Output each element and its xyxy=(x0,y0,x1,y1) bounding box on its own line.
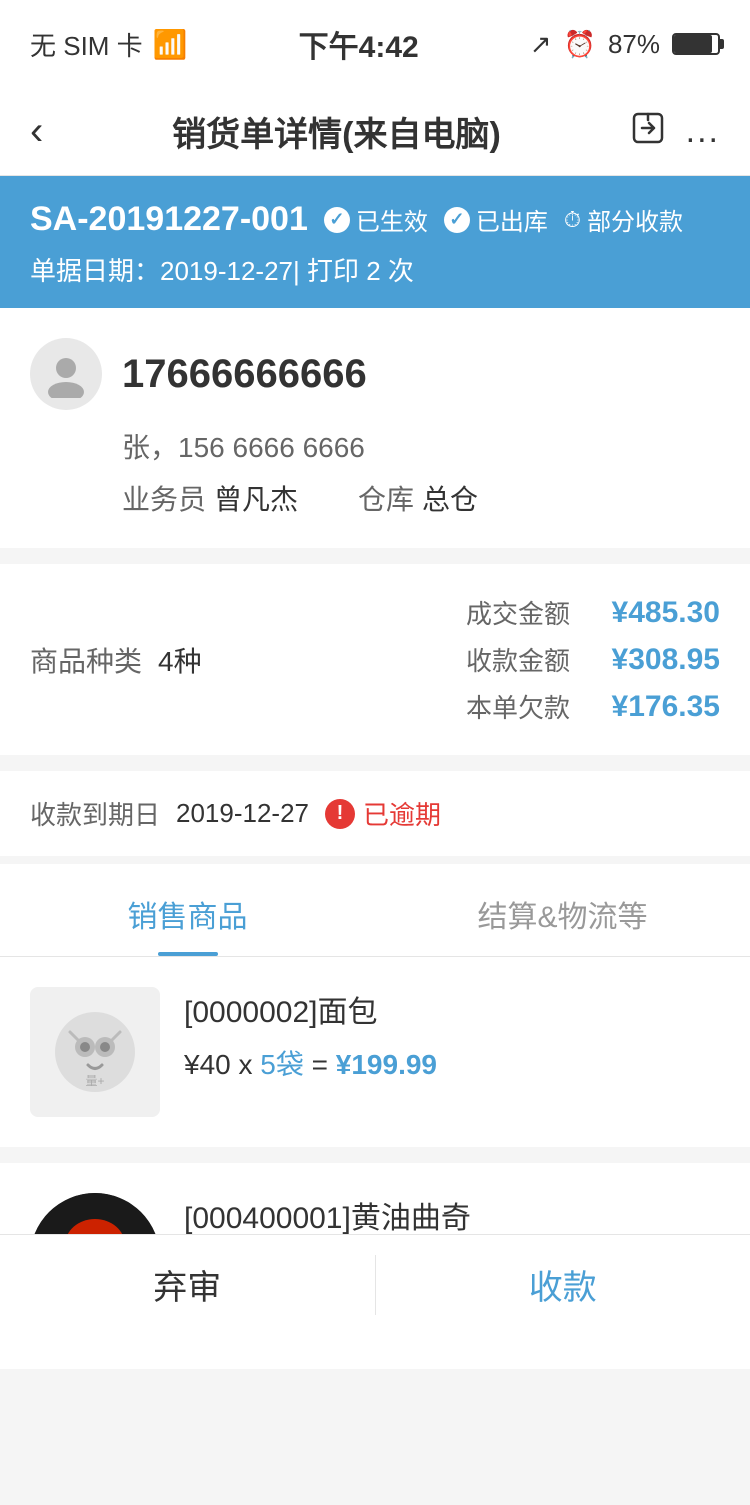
status-right: ↗ ⏰ 87% xyxy=(530,29,720,60)
customer-section: 17666666666 张，156 6666 6666 业务员 曾凡杰 仓库 总… xyxy=(0,308,750,548)
customer-name: 张，156 6666 6666 xyxy=(30,426,720,466)
badge-shipped: ✓ 已出库 xyxy=(444,202,548,237)
product-thumb-1: 量+ xyxy=(30,987,160,1117)
battery-indicator xyxy=(672,33,720,55)
salesperson-item: 业务员 曾凡杰 xyxy=(122,478,298,518)
due-date-section: 收款到期日 2019-12-27 ! 已逾期 xyxy=(0,771,750,856)
summary-section: 商品种类 4种 成交金额 ¥485.30 收款金额 ¥308.95 本单欠款 ¥… xyxy=(0,564,750,755)
tabs-row: 销售商品 结算&物流等 xyxy=(0,864,750,956)
bottom-bar: 弃审 收款 xyxy=(0,1234,750,1334)
tabs-section: 销售商品 结算&物流等 xyxy=(0,864,750,957)
share-icon[interactable] xyxy=(630,110,666,154)
alarm-icon: ⏰ xyxy=(564,29,596,60)
product-item: 量+ [0000002]面包 ¥40 x 5袋 = ¥199.99 xyxy=(0,957,750,1147)
product-price-1: ¥40 x 5袋 = ¥199.99 xyxy=(184,1043,720,1083)
tab-products[interactable]: 销售商品 xyxy=(0,864,375,956)
product-name-2: [000400001]黄油曲奇 xyxy=(184,1193,720,1237)
check-icon-2: ✓ xyxy=(444,207,470,233)
badge-active: ✓ 已生效 xyxy=(324,202,428,237)
product-type-info: 商品种类 4种 xyxy=(30,594,202,725)
avatar xyxy=(30,338,102,410)
battery-percent: 87% xyxy=(608,29,660,60)
deal-amount-row: 成交金额 ¥485.30 xyxy=(466,594,720,631)
status-left: 无 SIM 卡 📶 xyxy=(30,26,188,63)
carrier-label: 无 SIM 卡 xyxy=(30,26,143,63)
banner-date: 单据日期：2019-12-27| 打印 2 次 xyxy=(30,251,720,288)
customer-phone: 17666666666 xyxy=(122,352,367,397)
amount-info: 成交金额 ¥485.30 收款金额 ¥308.95 本单欠款 ¥176.35 xyxy=(466,594,720,725)
overdue-badge: ! 已逾期 xyxy=(325,795,441,832)
status-time: 下午4:42 xyxy=(299,22,419,66)
product-name-1: [0000002]面包 xyxy=(184,987,720,1031)
nav-bar: ‹ 销货单详情(来自电脑) ... xyxy=(0,88,750,176)
confirm-button[interactable]: 收款 xyxy=(376,1235,750,1334)
overdue-icon: ! xyxy=(325,799,355,829)
badge-partial: ⏱ 部分收款 xyxy=(564,202,683,237)
page-title: 销货单详情(来自电脑) xyxy=(172,107,501,156)
cancel-button[interactable]: 弃审 xyxy=(0,1235,375,1334)
location-icon: ↗ xyxy=(530,29,552,60)
more-icon[interactable]: ... xyxy=(686,112,720,151)
product-info-1: [0000002]面包 ¥40 x 5袋 = ¥199.99 xyxy=(184,987,720,1083)
customer-meta: 业务员 曾凡杰 仓库 总仓 xyxy=(30,478,720,518)
back-button[interactable]: ‹ xyxy=(30,109,43,154)
check-icon-1: ✓ xyxy=(324,207,350,233)
deal-amount: ¥485.30 xyxy=(590,596,720,630)
customer-row: 17666666666 xyxy=(30,338,720,410)
order-id: SA-20191227-001 xyxy=(30,200,308,239)
clock-icon: ⏱ xyxy=(564,207,581,233)
tab-settlement[interactable]: 结算&物流等 xyxy=(375,864,750,956)
svg-text:量+: 量+ xyxy=(85,1074,104,1088)
received-amount-row: 收款金额 ¥308.95 xyxy=(466,641,720,678)
nav-actions: ... xyxy=(630,110,720,154)
status-bar: 无 SIM 卡 📶 下午4:42 ↗ ⏰ 87% xyxy=(0,0,750,88)
received-amount: ¥308.95 xyxy=(590,643,720,677)
warehouse-item: 仓库 总仓 xyxy=(358,478,478,518)
order-banner: SA-20191227-001 ✓ 已生效 ✓ 已出库 ⏱ 部分收款 单据日期：… xyxy=(0,176,750,308)
order-id-row: SA-20191227-001 ✓ 已生效 ✓ 已出库 ⏱ 部分收款 xyxy=(30,200,720,239)
owed-amount-row: 本单欠款 ¥176.35 xyxy=(466,688,720,725)
owed-amount: ¥176.35 xyxy=(590,690,720,724)
wifi-icon: 📶 xyxy=(153,28,188,61)
